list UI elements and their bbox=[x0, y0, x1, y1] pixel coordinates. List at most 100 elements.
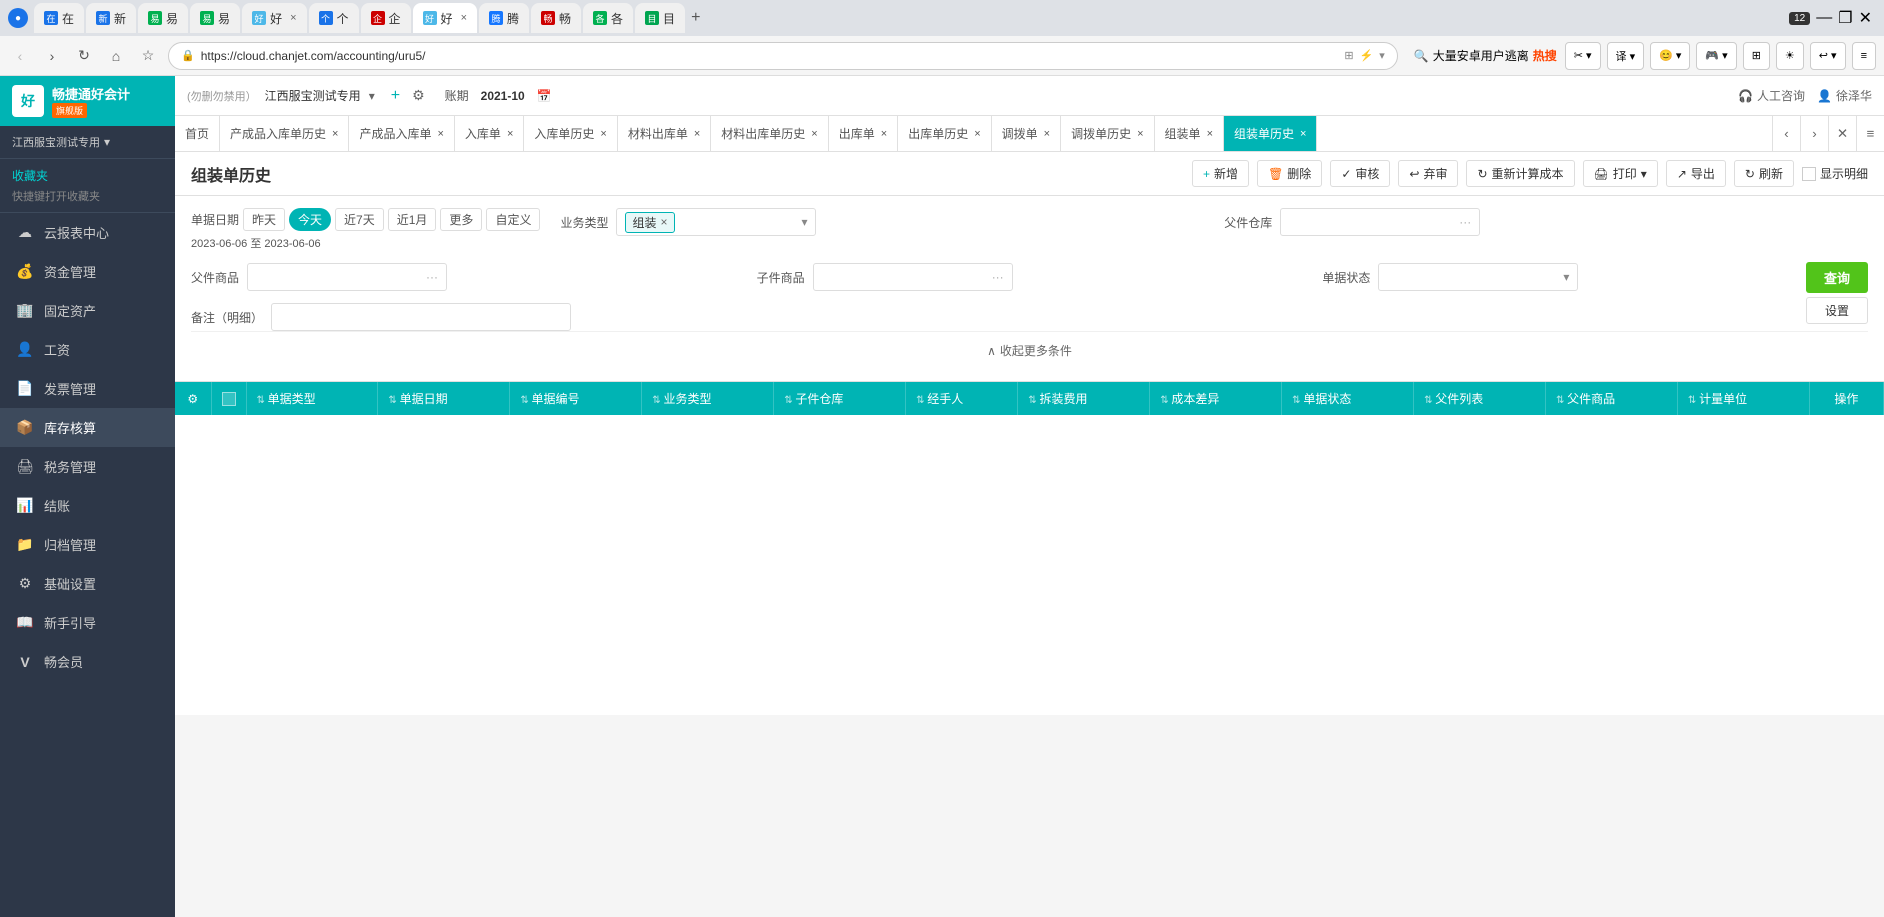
tab-5[interactable]: 好 好 × bbox=[242, 3, 306, 33]
tab-9[interactable]: 腾 腾 bbox=[479, 3, 529, 33]
page-tab-close[interactable]: × bbox=[600, 128, 606, 140]
sidebar-item-settlement[interactable]: 📊 结账 bbox=[0, 486, 175, 525]
page-tab-material-outbound[interactable]: 材料出库单 × bbox=[618, 116, 711, 152]
page-tab-inbound-history[interactable]: 入库单历史 × bbox=[524, 116, 617, 152]
page-tab-close[interactable]: × bbox=[1137, 128, 1143, 140]
export-button[interactable]: ↗ 导出 bbox=[1666, 160, 1726, 187]
today-btn[interactable]: 今天 bbox=[289, 208, 331, 231]
tab-8[interactable]: 好 好 × bbox=[413, 3, 477, 33]
show-detail-toggle[interactable]: 显示明细 bbox=[1802, 165, 1868, 182]
page-tab-close[interactable]: × bbox=[974, 128, 980, 140]
page-tab-assembly[interactable]: 组装单 × bbox=[1155, 116, 1224, 152]
sidebar-item-archive[interactable]: 📁 归档管理 bbox=[0, 525, 175, 564]
tab-7[interactable]: 企 企 bbox=[361, 3, 411, 33]
page-tab-product-inbound-history[interactable]: 产成品入库单历史 × bbox=[220, 116, 349, 152]
page-tab-inbound[interactable]: 入库单 × bbox=[455, 116, 524, 152]
cut-tool-btn[interactable]: ✂ ▾ bbox=[1565, 42, 1601, 70]
tab-12[interactable]: 目 目 bbox=[635, 3, 685, 33]
sidebar-item-fixed-assets[interactable]: 🏢 固定资产 bbox=[0, 291, 175, 330]
th-disassembly-fee[interactable]: ⇅ 拆装费用 bbox=[1018, 382, 1150, 415]
page-tab-close[interactable]: × bbox=[437, 128, 443, 140]
order-status-dropdown[interactable]: ▾ bbox=[1563, 270, 1569, 284]
sidebar-item-cloud-report[interactable]: ☁ 云报表中心 bbox=[0, 213, 175, 252]
business-type-tag-close[interactable]: × bbox=[660, 215, 667, 229]
tab-1[interactable]: 在 在 bbox=[34, 3, 84, 33]
audit-button[interactable]: ✓ 审核 bbox=[1330, 160, 1390, 187]
settings-gear-button[interactable]: ⚙ bbox=[412, 87, 425, 104]
sidebar-item-fund[interactable]: 💰 资金管理 bbox=[0, 252, 175, 291]
show-detail-checkbox[interactable] bbox=[1802, 167, 1816, 181]
page-tab-assembly-history[interactable]: 组装单历史 × bbox=[1224, 116, 1317, 152]
page-tab-outbound[interactable]: 出库单 × bbox=[829, 116, 898, 152]
th-order-status[interactable]: ⇅ 单据状态 bbox=[1282, 382, 1414, 415]
recalculate-button[interactable]: ↻ 重新计算成本 bbox=[1466, 160, 1574, 187]
page-tab-transfer[interactable]: 调拨单 × bbox=[992, 116, 1061, 152]
forward-button[interactable]: › bbox=[40, 44, 64, 68]
page-tab-home[interactable]: 首页 bbox=[175, 116, 220, 152]
th-order-no[interactable]: ⇅ 单据编号 bbox=[510, 382, 642, 415]
refresh-browser-button[interactable]: ↻ bbox=[72, 44, 96, 68]
delete-button[interactable]: 🗑 删除 bbox=[1257, 160, 1322, 187]
tab-11[interactable]: 各 各 bbox=[583, 3, 633, 33]
sidebar-item-member[interactable]: V 畅会员 bbox=[0, 642, 175, 681]
th-order-date[interactable]: ⇅ 单据日期 bbox=[378, 382, 510, 415]
brightness-btn[interactable]: ☀ bbox=[1776, 42, 1804, 70]
back-button[interactable]: ‹ bbox=[8, 44, 32, 68]
page-tab-outbound-history[interactable]: 出库单历史 × bbox=[898, 116, 991, 152]
th-checkbox[interactable] bbox=[211, 382, 246, 415]
tab-prev-button[interactable]: ‹ bbox=[1772, 116, 1800, 152]
sidebar-item-guide[interactable]: 📖 新手引导 bbox=[0, 603, 175, 642]
last1month-btn[interactable]: 近1月 bbox=[388, 208, 437, 231]
business-type-dropdown[interactable]: ▾ bbox=[801, 215, 807, 229]
sidebar-item-invoice[interactable]: 📄 发票管理 bbox=[0, 369, 175, 408]
th-settings[interactable]: ⚙ bbox=[175, 382, 211, 415]
page-tab-close[interactable]: × bbox=[1044, 128, 1050, 140]
column-settings-icon[interactable]: ⚙ bbox=[187, 392, 198, 406]
sidebar-item-settings[interactable]: ⚙ 基础设置 bbox=[0, 564, 175, 603]
page-tab-close[interactable]: × bbox=[694, 128, 700, 140]
collapse-button[interactable]: ∧ 收起更多条件 bbox=[191, 336, 1868, 365]
th-unit[interactable]: ⇅ 计量单位 bbox=[1677, 382, 1809, 415]
abandon-button[interactable]: ↩ 弃审 bbox=[1398, 160, 1458, 187]
emoji-btn[interactable]: 😊 ▾ bbox=[1650, 42, 1690, 70]
bookmark-button[interactable]: ☆ bbox=[136, 44, 160, 68]
menu-btn[interactable]: ≡ bbox=[1852, 42, 1876, 70]
page-tab-close[interactable]: × bbox=[881, 128, 887, 140]
sidebar-item-tax[interactable]: 🖨 税务管理 bbox=[0, 447, 175, 486]
dropdown-icon[interactable]: ▾ bbox=[1379, 49, 1385, 62]
customer-service-btn[interactable]: 🎧 人工咨询 bbox=[1738, 87, 1805, 104]
print-button[interactable]: 🖨 打印 ▾ bbox=[1583, 160, 1658, 187]
parent-goods-more[interactable]: ··· bbox=[426, 270, 438, 284]
tab-6[interactable]: 个 个 bbox=[309, 3, 359, 33]
page-tab-close[interactable]: × bbox=[507, 128, 513, 140]
tab-4[interactable]: 易 易 bbox=[190, 3, 240, 33]
company-dropdown-btn[interactable]: ▾ bbox=[369, 89, 375, 103]
page-tab-close[interactable]: × bbox=[811, 128, 817, 140]
th-parent-list[interactable]: ⇅ 父件列表 bbox=[1414, 382, 1546, 415]
page-tab-close[interactable]: × bbox=[332, 128, 338, 140]
th-handler[interactable]: ⇅ 经手人 bbox=[906, 382, 1018, 415]
order-status-field[interactable]: ▾ bbox=[1378, 263, 1578, 291]
grid-btn[interactable]: ⊞ bbox=[1743, 42, 1770, 70]
refresh-page-button[interactable]: ↻ 刷新 bbox=[1734, 160, 1794, 187]
child-goods-field[interactable]: ··· bbox=[813, 263, 1013, 291]
parent-warehouse-more[interactable]: ··· bbox=[1459, 215, 1471, 229]
add-company-button[interactable]: + bbox=[391, 87, 400, 105]
parent-warehouse-field[interactable]: ··· bbox=[1280, 208, 1480, 236]
address-bar[interactable]: 🔒 https://cloud.chanjet.com/accounting/u… bbox=[168, 42, 1398, 70]
tab-more-button[interactable]: ≡ bbox=[1856, 116, 1884, 152]
settings-button[interactable]: 设置 bbox=[1806, 297, 1868, 324]
yesterday-btn[interactable]: 昨天 bbox=[243, 208, 285, 231]
tab-next-button[interactable]: › bbox=[1800, 116, 1828, 152]
th-business-type[interactable]: ⇅ 业务类型 bbox=[642, 382, 774, 415]
business-type-field[interactable]: 组装 × ▾ bbox=[616, 208, 816, 236]
undo-btn[interactable]: ↩ ▾ bbox=[1810, 42, 1846, 70]
close-button[interactable]: ✕ bbox=[1859, 8, 1872, 28]
remark-input[interactable] bbox=[271, 303, 571, 331]
page-tab-product-inbound[interactable]: 产成品入库单 × bbox=[349, 116, 454, 152]
th-parent-goods[interactable]: ⇅ 父件商品 bbox=[1545, 382, 1677, 415]
sidebar-item-inventory[interactable]: 📦 库存核算 bbox=[0, 408, 175, 447]
home-button[interactable]: ⌂ bbox=[104, 44, 128, 68]
th-cost-diff[interactable]: ⇅ 成本差异 bbox=[1150, 382, 1282, 415]
company-selector[interactable]: 江西服宝测试专用 ▾ bbox=[0, 126, 175, 159]
